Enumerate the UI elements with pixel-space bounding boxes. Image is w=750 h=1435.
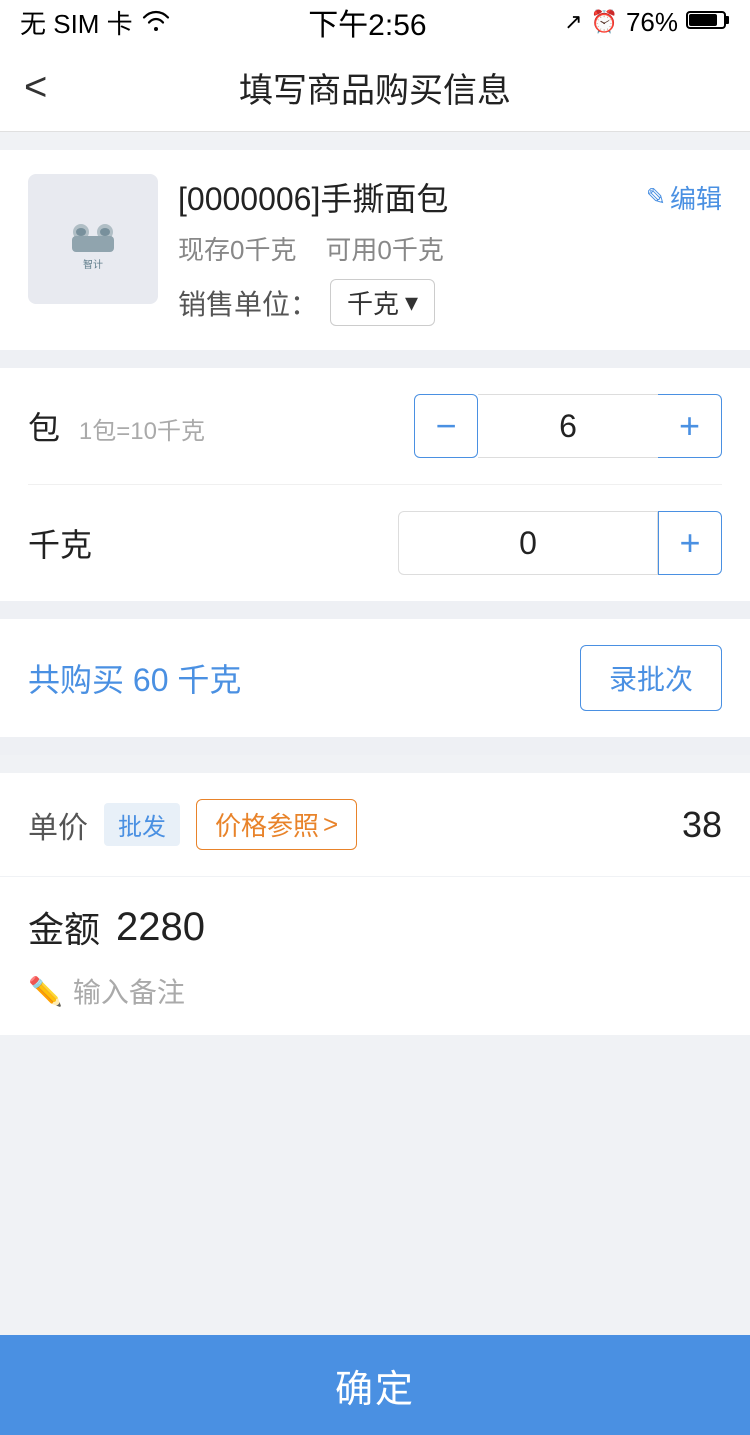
bag-hint: 1包=10千克 [79, 418, 205, 445]
amount-section: 金额 2280 ✏️ 输入备注 [0, 877, 750, 1035]
chevron-right-icon: > [323, 809, 338, 840]
price-tag: 批发 [104, 803, 180, 846]
pencil-icon: ✏️ [28, 975, 63, 1008]
bag-qty-input[interactable] [478, 394, 658, 458]
divider-2 [0, 601, 750, 619]
kg-plus-button[interactable]: + [658, 511, 722, 575]
price-ref-button[interactable]: 价格参照 > [196, 799, 357, 850]
edit-icon: ✎ [646, 183, 666, 212]
amount-label: 金额 [28, 901, 100, 953]
product-card: 智计 [0000006]手撕面包 ✎ 编辑 现存0千克 可用0千克 销售单位： … [0, 150, 750, 350]
divider-1 [0, 350, 750, 368]
location-icon: ↗ [564, 9, 582, 35]
bag-input-row: 包 1包=10千克 − + [28, 368, 722, 485]
unit-dropdown[interactable]: 千克 ▾ [330, 279, 435, 326]
back-button[interactable]: < [24, 65, 47, 110]
price-label: 单价 [28, 803, 88, 847]
kg-label: 千克 [28, 520, 398, 566]
price-value: 38 [682, 804, 722, 846]
summary-section: 共购买 60 千克 录批次 [0, 619, 750, 737]
sim-text: 无 SIM 卡 [20, 4, 133, 41]
alarm-icon: ⏰ [591, 9, 618, 35]
remark-placeholder: 输入备注 [73, 971, 185, 1011]
edit-button[interactable]: ✎ 编辑 [646, 179, 722, 216]
product-name: [0000006]手撕面包 [178, 174, 448, 220]
empty-space [0, 1035, 750, 1335]
battery-icon [686, 7, 730, 38]
nav-bar: < 填写商品购买信息 [0, 44, 750, 132]
status-time: 下午2:56 [308, 0, 426, 44]
product-image: 智计 [28, 174, 158, 304]
divider-3 [0, 737, 750, 755]
product-unit-row: 销售单位： 千克 ▾ [178, 279, 722, 326]
batch-button[interactable]: 录批次 [580, 645, 722, 711]
product-info: [0000006]手撕面包 ✎ 编辑 现存0千克 可用0千克 销售单位： 千克 … [178, 174, 722, 326]
page-title: 填写商品购买信息 [239, 63, 511, 112]
battery-text: 76% [626, 7, 678, 38]
bag-qty-control: − + [414, 394, 722, 458]
summary-text: 共购买 60 千克 [28, 655, 241, 701]
status-bar: 无 SIM 卡 下午2:56 ↗ ⏰ 76% [0, 0, 750, 44]
kg-qty-input[interactable] [398, 511, 658, 575]
kg-input-row: 千克 + [28, 485, 722, 601]
chevron-down-icon: ▾ [405, 287, 418, 318]
amount-value: 2280 [116, 905, 205, 950]
input-section: 包 1包=10千克 − + 千克 + [0, 368, 750, 601]
svg-text:智计: 智计 [83, 258, 103, 271]
amount-row: 金额 2280 [28, 901, 722, 953]
product-stock: 现存0千克 可用0千克 [178, 230, 722, 267]
status-left: 无 SIM 卡 [20, 4, 171, 41]
remark-row[interactable]: ✏️ 输入备注 [28, 971, 722, 1011]
bag-label: 包 1包=10千克 [28, 403, 414, 449]
price-section: 单价 批发 价格参照 > 38 [0, 773, 750, 876]
confirm-button[interactable]: 确定 [0, 1335, 750, 1435]
kg-qty-control: + [398, 511, 722, 575]
wifi-icon [141, 7, 171, 38]
bag-plus-button[interactable]: + [658, 394, 722, 458]
summary-amount: 60 [133, 662, 169, 698]
bag-minus-button[interactable]: − [414, 394, 478, 458]
status-right: ↗ ⏰ 76% [564, 7, 730, 38]
